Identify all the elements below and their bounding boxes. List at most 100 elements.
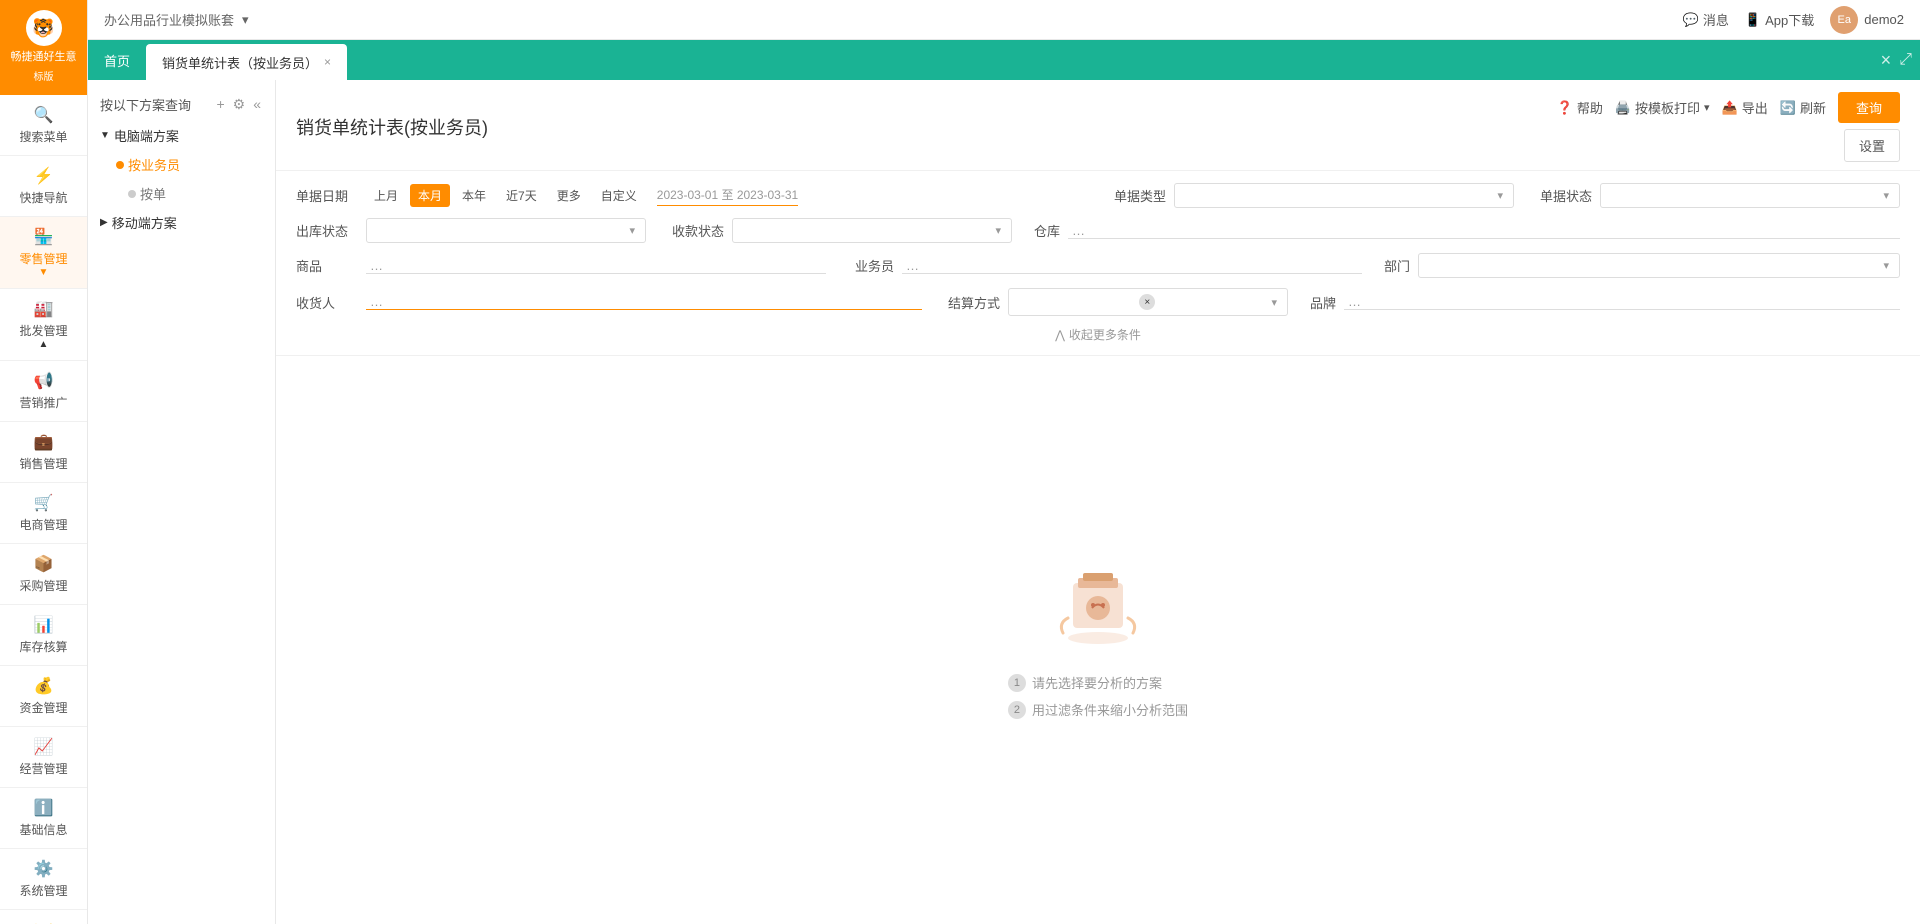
settlement-select[interactable]: × ▾ (1008, 288, 1288, 316)
sidebar-item-search[interactable]: 🔍 搜索菜单 (0, 95, 87, 156)
sidebar-item-wholesale[interactable]: 🏭 批发管理 ▲ (0, 289, 87, 361)
date-filter-label: 单据日期 (296, 186, 366, 205)
settlement-clear-btn[interactable]: × (1139, 294, 1155, 310)
right-panel: 销货单统计表(按业务员) ❓ 帮助 🖨️ 按模板打印 ▾ � (276, 80, 1920, 924)
purchase-icon: 📦 (34, 554, 54, 574)
tree-item-by-salesman[interactable]: 按业务员 (88, 150, 275, 179)
warehouse-dots[interactable]: … (1068, 223, 1089, 238)
expand-icon[interactable]: ⤢ (1899, 51, 1912, 69)
print-icon: 🖨️ (1615, 100, 1631, 116)
sidebar-item-ecommerce[interactable]: 🛒 电商管理 (0, 483, 87, 544)
close-window-icon[interactable]: × (1881, 50, 1892, 71)
message-btn[interactable]: 💬 消息 (1683, 10, 1729, 29)
settings-scheme-btn[interactable]: ⚙ (231, 94, 248, 115)
tree-group-pc-label: 电脑端方案 (114, 126, 179, 145)
export-btn[interactable]: 📤 导出 (1722, 98, 1768, 117)
download-icon: 📱 (1745, 12, 1761, 28)
tree-group-mobile[interactable]: ▶ 移动端方案 (88, 208, 275, 237)
date-tab-more[interactable]: 更多 (549, 184, 589, 207)
tree-item-salesman-label: 按业务员 (128, 155, 180, 174)
salesman-dots[interactable]: … (902, 258, 923, 273)
date-tab-last-month[interactable]: 上月 (366, 184, 406, 207)
page-header: 销货单统计表(按业务员) ❓ 帮助 🖨️ 按模板打印 ▾ � (276, 80, 1920, 171)
query-button[interactable]: 查询 (1838, 92, 1900, 123)
refresh-icon: 🔄 (1780, 100, 1796, 116)
date-tab-this-month[interactable]: 本月 (410, 184, 450, 207)
panel-header-label: 按以下方案查询 (100, 95, 191, 114)
out-status-select[interactable]: ▾ (366, 218, 646, 243)
tab-sales-stats[interactable]: 销货单统计表（按业务员） × (146, 44, 347, 80)
collapse-filters-btn[interactable]: ⋀ 收起更多条件 (296, 326, 1900, 343)
tree-group-pc[interactable]: ▼ 电脑端方案 (88, 121, 275, 150)
filter-row-date: 单据日期 上月 本月 本年 近7天 更多 自定义 2023-03-01 至 20… (296, 183, 1900, 208)
panel-header: 按以下方案查询 + ⚙ « (88, 88, 275, 121)
brand-dots[interactable]: … (1344, 294, 1365, 309)
sidebar-item-marketing[interactable]: 📢 营销推广 (0, 361, 87, 422)
logo-text: 畅捷通好生意 (11, 50, 77, 64)
warehouse-control: … (1068, 223, 1900, 239)
doc-type-select[interactable]: ▾ (1174, 183, 1514, 208)
inventory-icon: 📊 (34, 615, 54, 635)
salesman-control: … (902, 258, 1362, 274)
sidebar-item-shortcut[interactable]: ⚡ 快捷导航 (0, 156, 87, 217)
sidebar-item-system[interactable]: ⚙️ 系统管理 (0, 849, 87, 910)
sidebar-item-enterprise[interactable]: 🤝 企业协同 (0, 910, 87, 924)
receipt-status-label: 收款状态 (662, 221, 732, 240)
sidebar-item-ecommerce-label: 电商管理 (19, 516, 67, 533)
tab-close-icon[interactable]: × (324, 55, 331, 69)
refresh-btn[interactable]: 🔄 刷新 (1780, 98, 1826, 117)
doc-status-select[interactable]: ▾ (1600, 183, 1900, 208)
sidebar-item-purchase[interactable]: 📦 采购管理 (0, 544, 87, 605)
filter-row-4: 收货人 … 结算方式 × ▾ 品牌 … (296, 288, 1900, 316)
app-download-label: App下载 (1765, 10, 1814, 29)
sidebar-item-inventory[interactable]: 📊 库存核算 (0, 605, 87, 666)
left-panel: 按以下方案查询 + ⚙ « ▼ 电脑端方案 按业务员 按单 ▶ (88, 80, 276, 924)
logo-icon: 🐯 (26, 10, 62, 46)
brand-control: … (1344, 294, 1900, 310)
settings-button[interactable]: 设置 (1844, 129, 1900, 162)
topbar-dropdown-icon[interactable]: ▾ (242, 12, 249, 28)
date-tab-custom[interactable]: 自定义 (593, 184, 645, 207)
tree-item-by-order[interactable]: 按单 (88, 179, 275, 208)
add-scheme-btn[interactable]: + (214, 94, 226, 115)
receipt-status-select[interactable]: ▾ (732, 218, 1012, 243)
active-dot (116, 161, 124, 169)
tabbar: 首页 销货单统计表（按业务员） × × ⤢ (88, 40, 1920, 80)
sidebar-item-finance[interactable]: 💰 资金管理 (0, 666, 87, 727)
goods-control: … (366, 258, 826, 274)
brand-label: 品牌 (1304, 293, 1344, 312)
tree-item-order-label: 按单 (140, 184, 166, 203)
sidebar-item-retail[interactable]: 🏪 零售管理 ▼ (0, 217, 87, 289)
print-dropdown-icon[interactable]: ▾ (1704, 101, 1710, 114)
app-download-btn[interactable]: 📱 App下载 (1745, 10, 1814, 29)
empty-tips: 1 请先选择要分析的方案 2 用过滤条件来缩小分析范围 (1008, 673, 1188, 727)
recipient-control: … (366, 294, 922, 310)
recipient-dots[interactable]: … (366, 294, 387, 309)
sidebar-item-basic[interactable]: ℹ️ 基础信息 (0, 788, 87, 849)
wholesale-icon: 🏭 (34, 299, 54, 319)
tip-1: 1 请先选择要分析的方案 (1008, 673, 1188, 692)
finance-icon: 💰 (34, 676, 54, 696)
marketing-icon: 📢 (34, 371, 54, 391)
tree-arrow-mobile: ▶ (100, 217, 108, 228)
sidebar-item-marketing-label: 营销推广 (19, 394, 67, 411)
date-tab-7days[interactable]: 近7天 (498, 184, 545, 207)
sidebar-item-operation[interactable]: 📈 经营管理 (0, 727, 87, 788)
tip-num-1: 1 (1008, 674, 1026, 692)
tab-home[interactable]: 首页 (88, 40, 146, 80)
chevron-down-icon: ▼ (39, 267, 49, 278)
help-btn[interactable]: ❓ 帮助 (1557, 98, 1603, 117)
date-tab-this-year[interactable]: 本年 (454, 184, 494, 207)
active-tab-label: 销货单统计表（按业务员） (162, 53, 318, 72)
export-label: 导出 (1742, 98, 1768, 117)
sidebar-item-sales[interactable]: 💼 销售管理 (0, 422, 87, 483)
goods-dots[interactable]: … (366, 258, 387, 273)
print-btn[interactable]: 🖨️ 按模板打印 ▾ (1615, 98, 1710, 117)
salesman-label: 业务员 (842, 256, 902, 275)
dept-select[interactable]: ▾ (1418, 253, 1900, 278)
collapse-panel-btn[interactable]: « (251, 94, 263, 115)
filter-row-2: 出库状态 ▾ 收款状态 ▾ 仓库 … (296, 218, 1900, 243)
main-area: 办公用品行业模拟账套 ▾ 💬 消息 📱 App下载 Ea demo2 首页 (88, 0, 1920, 924)
user-area[interactable]: Ea demo2 (1830, 6, 1904, 34)
doc-status-chevron: ▾ (1883, 189, 1889, 202)
